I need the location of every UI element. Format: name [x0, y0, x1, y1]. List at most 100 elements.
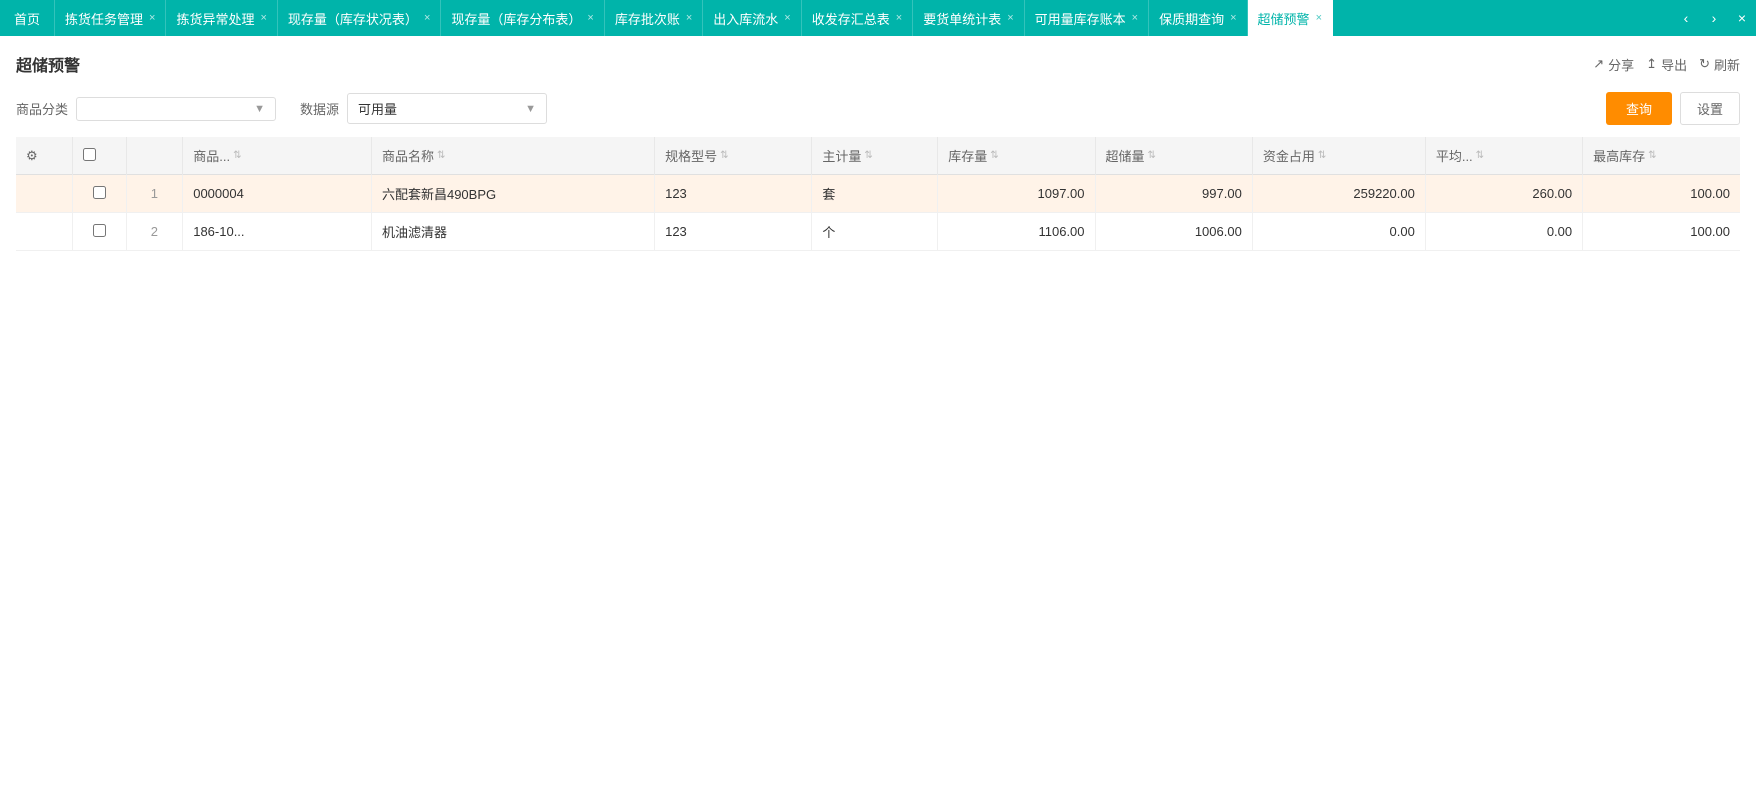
nav-item-stock-status[interactable]: 现存量（库存状况表） ×: [278, 0, 441, 36]
row-capital-1: 0.00: [1252, 213, 1425, 251]
sort-name-icon: ⇅: [437, 150, 445, 161]
nav-arrow-right[interactable]: ›: [1700, 0, 1728, 36]
datasource-select[interactable]: 可用量 ▼: [347, 93, 547, 124]
row-checkbox-cell: [73, 175, 126, 213]
th-over-label: 超储量: [1106, 146, 1145, 165]
th-max[interactable]: 最高库存 ⇅: [1583, 137, 1740, 175]
nav-label-summary: 收发存汇总表: [812, 9, 890, 28]
th-avg-label: 平均...: [1436, 146, 1473, 165]
row-checkbox-0[interactable]: [93, 186, 106, 199]
nav-label-expiry: 保质期查询: [1159, 9, 1224, 28]
filter-datasource: 数据源 可用量 ▼: [300, 93, 547, 124]
table-header: ⚙ 商品... ⇅ 商品名称 ⇅: [16, 137, 1740, 175]
nav-close-summary[interactable]: ×: [896, 12, 902, 24]
nav-item-inout-flow[interactable]: 出入库流水 ×: [703, 0, 801, 36]
row-avg-1: 0.00: [1425, 213, 1582, 251]
filter-category: 商品分类 ▼: [16, 97, 276, 121]
share-link[interactable]: ↗ 分享: [1593, 55, 1634, 74]
page-container: 超储预警 ↗ 分享 ↥ 导出 ↻ 刷新 商品分类 ▼ 数据源: [0, 36, 1756, 800]
sort-code-icon: ⇅: [233, 150, 241, 161]
row-stock-1: 1106.00: [938, 213, 1095, 251]
table-row: 1 0000004 六配套新昌490BPG 123 套 1097.00 997.…: [16, 175, 1740, 213]
th-max-label: 最高库存: [1593, 146, 1645, 165]
nav-label-task-mgmt: 拣货任务管理: [65, 9, 143, 28]
nav-arrows: ‹ › ×: [1672, 0, 1756, 36]
row-spec-1: 123: [655, 213, 812, 251]
top-nav: 首页 拣货任务管理 × 拣货异常处理 × 现存量（库存状况表） × 现存量（库存…: [0, 0, 1756, 36]
export-link[interactable]: ↥ 导出: [1646, 55, 1687, 74]
sort-over-icon: ⇅: [1148, 150, 1156, 161]
nav-label-home: 首页: [14, 9, 40, 28]
th-spec[interactable]: 规格型号 ⇅: [655, 137, 812, 175]
row-name-0: 六配套新昌490BPG: [371, 175, 654, 213]
nav-close-inout-flow[interactable]: ×: [784, 12, 790, 24]
filter-row: 商品分类 ▼ 数据源 可用量 ▼ 查询 设置: [16, 92, 1740, 125]
row-max-0: 100.00: [1583, 175, 1740, 213]
row-capital-0: 259220.00: [1252, 175, 1425, 213]
nav-close-exception[interactable]: ×: [260, 12, 266, 24]
nav-item-exception[interactable]: 拣货异常处理 ×: [166, 0, 277, 36]
query-button[interactable]: 查询: [1606, 92, 1672, 125]
refresh-link[interactable]: ↻ 刷新: [1699, 55, 1740, 74]
row-spec-0: 123: [655, 175, 812, 213]
export-label: 导出: [1661, 55, 1687, 74]
th-capital[interactable]: 资金占用 ⇅: [1252, 137, 1425, 175]
nav-close-stock-dist[interactable]: ×: [587, 12, 593, 24]
row-over-1: 1006.00: [1095, 213, 1252, 251]
nav-item-summary[interactable]: 收发存汇总表 ×: [802, 0, 913, 36]
nav-item-expiry[interactable]: 保质期查询 ×: [1149, 0, 1247, 36]
header-actions: ↗ 分享 ↥ 导出 ↻ 刷新: [1593, 55, 1740, 74]
nav-close-task-mgmt[interactable]: ×: [149, 12, 155, 24]
row-unit-1: 个: [812, 213, 938, 251]
th-avg[interactable]: 平均... ⇅: [1425, 137, 1582, 175]
row-unit-0: 套: [812, 175, 938, 213]
refresh-icon: ↻: [1699, 56, 1710, 72]
page-header: 超储预警 ↗ 分享 ↥ 导出 ↻ 刷新: [16, 52, 1740, 76]
nav-item-stock-dist[interactable]: 现存量（库存分布表） ×: [441, 0, 604, 36]
datasource-value: 可用量: [358, 99, 397, 118]
row-checkbox-cell: [73, 213, 126, 251]
nav-label-order-stats: 要货单统计表: [923, 9, 1001, 28]
th-name-label: 商品名称: [382, 146, 434, 165]
filter-buttons: 查询 设置: [1606, 92, 1740, 125]
nav-label-stock-status: 现存量（库存状况表）: [288, 9, 418, 28]
nav-item-batch-ledger[interactable]: 库存批次账 ×: [605, 0, 703, 36]
row-checkbox-1[interactable]: [93, 224, 106, 237]
nav-item-order-stats[interactable]: 要货单统计表 ×: [913, 0, 1024, 36]
category-select[interactable]: ▼: [76, 97, 276, 121]
th-stock[interactable]: 库存量 ⇅: [938, 137, 1095, 175]
nav-arrow-close[interactable]: ×: [1728, 0, 1756, 36]
gear-icon[interactable]: ⚙: [26, 148, 38, 163]
row-over-0: 997.00: [1095, 175, 1252, 213]
share-label: 分享: [1608, 55, 1634, 74]
select-all-checkbox[interactable]: [83, 148, 96, 161]
nav-close-stock-status[interactable]: ×: [424, 12, 430, 24]
th-code-label: 商品...: [193, 146, 230, 165]
row-max-1: 100.00: [1583, 213, 1740, 251]
nav-close-batch-ledger[interactable]: ×: [686, 12, 692, 24]
sort-unit-icon: ⇅: [864, 150, 872, 161]
nav-close-overstock-warning[interactable]: ×: [1316, 12, 1322, 24]
th-checkbox: [73, 137, 126, 175]
nav-label-stock-dist: 现存量（库存分布表）: [451, 9, 581, 28]
table-header-row: ⚙ 商品... ⇅ 商品名称 ⇅: [16, 137, 1740, 175]
nav-close-available-ledger[interactable]: ×: [1132, 12, 1138, 24]
nav-arrow-left[interactable]: ‹: [1672, 0, 1700, 36]
th-code[interactable]: 商品... ⇅: [183, 137, 372, 175]
nav-item-overstock-warning[interactable]: 超储预警 ×: [1248, 0, 1333, 36]
nav-close-expiry[interactable]: ×: [1230, 12, 1236, 24]
row-gear-cell: [16, 175, 73, 213]
sort-spec-icon: ⇅: [720, 150, 728, 161]
th-num: [126, 137, 183, 175]
nav-item-home[interactable]: 首页: [0, 0, 55, 36]
nav-close-order-stats[interactable]: ×: [1007, 12, 1013, 24]
th-unit[interactable]: 主计量 ⇅: [812, 137, 938, 175]
th-stock-label: 库存量: [948, 146, 987, 165]
th-gear: ⚙: [16, 137, 73, 175]
settings-button[interactable]: 设置: [1680, 92, 1740, 125]
sort-avg-icon: ⇅: [1476, 150, 1484, 161]
nav-item-task-mgmt[interactable]: 拣货任务管理 ×: [55, 0, 166, 36]
nav-item-available-ledger[interactable]: 可用量库存账本 ×: [1025, 0, 1149, 36]
th-over[interactable]: 超储量 ⇅: [1095, 137, 1252, 175]
th-name[interactable]: 商品名称 ⇅: [371, 137, 654, 175]
